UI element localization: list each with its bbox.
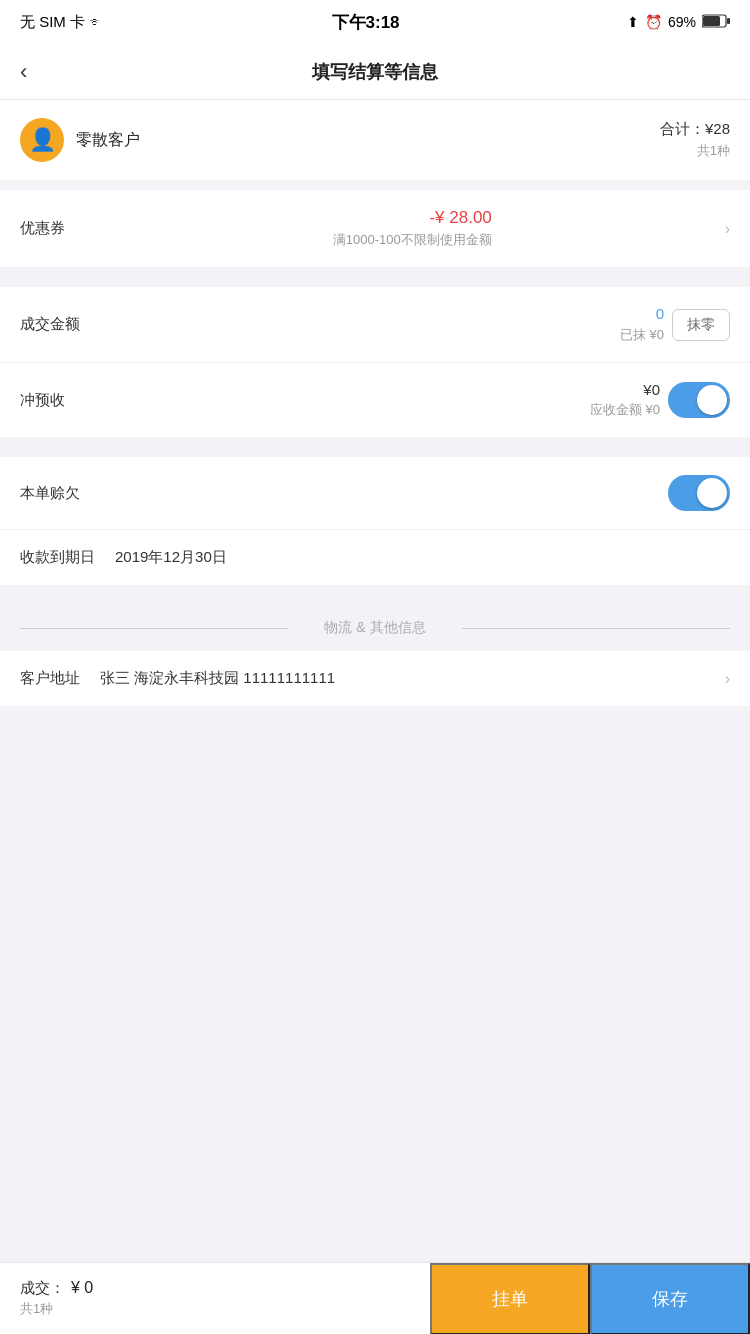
toggle-knob [697,385,727,415]
coupon-discount: -¥ 28.00 [333,208,492,228]
prepayment-receivable: 应收金额 ¥0 [590,401,660,419]
svg-rect-1 [703,16,720,26]
page-title: 填写结算等信息 [312,60,438,84]
no-sim-text: 无 SIM 卡 ᯤ [20,13,104,32]
deal-amount-label: 成交金额 [20,315,100,334]
debt-toggle-knob [697,478,727,508]
content: 👤 零散客户 合计：¥28 共1种 优惠券 -¥ 28.00 满1000-100… [0,100,750,796]
already-zeroed-text: 已抹 ¥0 [620,326,664,344]
prepayment-amount: ¥0 [590,381,660,398]
battery-text: 69% [668,14,696,30]
customer-name: 零散客户 [76,130,140,151]
status-time: 下午3:18 [332,11,400,34]
hold-button[interactable]: 挂单 [430,1263,590,1335]
bottom-deal-label: 成交： [20,1279,65,1298]
address-chevron-icon: › [725,670,730,688]
customer-left: 👤 零散客户 [20,118,140,162]
location-icon: ⬆ [627,14,639,30]
bottom-bar: 成交： ¥ 0 共1种 挂单 保存 [0,1262,750,1334]
deal-amount-row: 成交金额 0 已抹 ¥0 抹零 [0,287,750,363]
logistics-line-right [462,628,730,629]
logistics-line-left [20,628,288,629]
prepayment-row: 冲预收 ¥0 应收金额 ¥0 [0,363,750,437]
deal-amount-col: 0 已抹 ¥0 [620,305,664,344]
debt-right [668,475,730,511]
deal-amount-value: 0 [620,305,664,322]
status-bar: 无 SIM 卡 ᯤ 下午3:18 ⬆ ⏰ 69% [0,0,750,44]
deal-card: 成交金额 0 已抹 ¥0 抹零 冲预收 ¥0 应收金额 ¥0 [0,287,750,437]
svg-rect-2 [727,18,730,24]
save-button[interactable]: 保存 [590,1263,750,1335]
status-right: ⬆ ⏰ 69% [627,14,730,31]
back-button[interactable]: ‹ [20,59,27,85]
prepayment-col: ¥0 应收金额 ¥0 [590,381,660,419]
due-date-label: 收款到期日 [20,548,95,567]
coupon-card: 优惠券 -¥ 28.00 满1000-100不限制使用金额 › [0,190,750,267]
divider-1 [0,277,750,287]
customer-row[interactable]: 👤 零散客户 合计：¥28 共1种 [0,100,750,180]
bottom-deal: 成交： ¥ 0 [20,1279,410,1298]
prepayment-toggle[interactable] [668,382,730,418]
due-date-value: 2019年12月30日 [115,548,227,567]
divider-3 [0,595,750,605]
address-label: 客户地址 [20,669,100,688]
deal-amount-right: 0 已抹 ¥0 抹零 [620,305,730,344]
total-amount: 合计：¥28 [660,120,730,139]
coupon-right: -¥ 28.00 满1000-100不限制使用金额 [333,208,492,249]
coupon-row[interactable]: 优惠券 -¥ 28.00 满1000-100不限制使用金额 › [0,190,750,267]
alarm-icon: ⏰ [645,14,662,30]
bottom-deal-amount: ¥ 0 [71,1279,93,1297]
address-value: 张三 海淀永丰科技园 11111111111 [100,669,725,688]
customer-right: 合计：¥28 共1种 [660,120,730,160]
bottom-summary: 成交： ¥ 0 共1种 [0,1279,430,1318]
avatar-icon: 👤 [29,127,56,153]
nav-bar: ‹ 填写结算等信息 [0,44,750,100]
address-row[interactable]: 客户地址 张三 海淀永丰科技园 11111111111 › [0,651,750,706]
total-count: 共1种 [660,142,730,160]
prepayment-label: 冲预收 [20,391,100,410]
avatar: 👤 [20,118,64,162]
battery-icon [702,14,730,31]
address-card: 客户地址 张三 海淀永丰科技园 11111111111 › [0,651,750,706]
divider-2 [0,447,750,457]
customer-card: 👤 零散客户 合计：¥28 共1种 [0,100,750,180]
coupon-label: 优惠券 [20,219,100,238]
coupon-description: 满1000-100不限制使用金额 [333,231,492,249]
status-left: 无 SIM 卡 ᯤ [20,13,104,32]
debt-card: 本单赊欠 收款到期日 2019年12月30日 [0,457,750,585]
logistics-title: 物流 & 其他信息 [324,619,425,637]
debt-row: 本单赊欠 [0,457,750,530]
bottom-count: 共1种 [20,1300,410,1318]
coupon-chevron-icon: › [725,220,730,238]
debt-toggle[interactable] [668,475,730,511]
logistics-header: 物流 & 其他信息 [0,605,750,651]
debt-label: 本单赊欠 [20,484,100,503]
due-date-row: 收款到期日 2019年12月30日 [0,530,750,585]
round-zero-button[interactable]: 抹零 [672,309,730,341]
prepayment-right: ¥0 应收金额 ¥0 [590,381,730,419]
